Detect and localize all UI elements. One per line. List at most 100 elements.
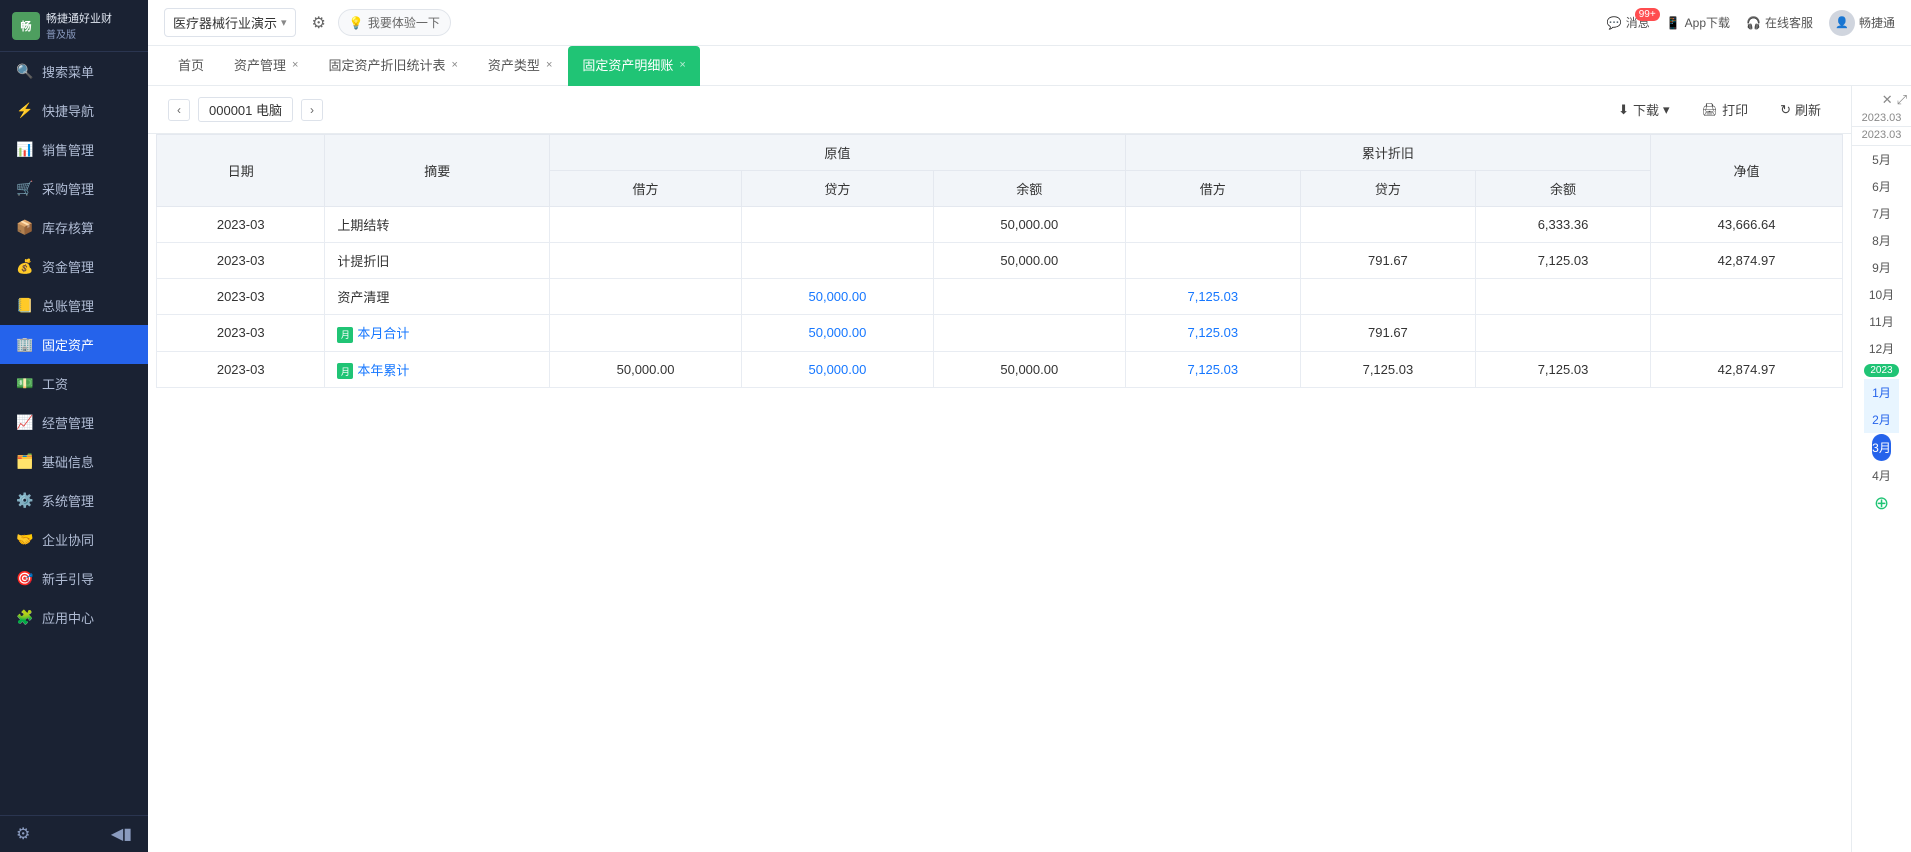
cell-orig-credit: 50,000.00: [741, 351, 933, 388]
month-item[interactable]: 7月: [1869, 200, 1894, 227]
tab-asset-detail[interactable]: 固定资产明细账 ×: [568, 46, 699, 86]
cell-dep-debit: 7,125.03: [1125, 351, 1300, 388]
col-original-value: 原值: [550, 135, 1126, 171]
month-item[interactable]: 8月: [1869, 227, 1894, 254]
sidebar-item-label: 系统管理: [42, 491, 94, 510]
close-icon[interactable]: ×: [546, 59, 552, 71]
year-badge[interactable]: 2023: [1864, 364, 1898, 377]
sidebar: 畅 畅捷通好业财 普及版 🔍 搜索菜单 ⚡ 快捷导航 📊 销售管理 🛒 采购管理…: [0, 0, 148, 852]
cell-orig-debit: [550, 315, 742, 352]
tab-asset-type[interactable]: 资产类型 ×: [474, 46, 566, 86]
download-button[interactable]: ⬇ 下载 ▾: [1608, 96, 1679, 123]
sidebar-item-collab[interactable]: 🤝 企业协同: [0, 520, 148, 559]
cell-dep-balance: [1475, 315, 1650, 352]
app-name: 畅捷通好业财: [46, 10, 112, 26]
tab-home[interactable]: 首页: [164, 46, 218, 86]
month-item[interactable]: 1月: [1864, 379, 1899, 406]
expand-icon[interactable]: ⤢: [1897, 92, 1907, 108]
sidebar-item-payroll[interactable]: 💵 工资: [0, 364, 148, 403]
cell-summary: 上期结转: [325, 207, 550, 243]
cell-dep-credit: [1300, 207, 1475, 243]
user-avatar-area[interactable]: 👤 畅捷通: [1829, 10, 1895, 36]
month-item[interactable]: 3月: [1872, 434, 1891, 461]
collapse-icon[interactable]: ◀▮: [111, 824, 132, 844]
cell-orig-credit: [741, 243, 933, 279]
cart-icon: 🛒: [16, 180, 34, 197]
asset-nav-left: ‹ 000001 电脑 ›: [168, 97, 323, 122]
chart-icon: 📊: [16, 141, 34, 158]
month-item[interactable]: 4月: [1864, 462, 1899, 489]
cell-date: 2023-03: [157, 351, 325, 388]
sidebar-item-fixed[interactable]: 🏢 固定资产: [0, 325, 148, 364]
sidebar-item-purchase[interactable]: 🛒 采购管理: [0, 169, 148, 208]
username-label: 畅捷通: [1859, 14, 1895, 31]
sidebar-item-guide[interactable]: 🎯 新手引导: [0, 559, 148, 598]
settings-icon[interactable]: ⚙: [312, 13, 326, 33]
sidebar-item-label: 资金管理: [42, 257, 94, 276]
tab-asset-mgmt[interactable]: 资产管理 ×: [220, 46, 312, 86]
sidebar-logo: 畅 畅捷通好业财 普及版: [0, 0, 148, 52]
col-accumulated-dep: 累计折旧: [1125, 135, 1650, 171]
close-icon[interactable]: ×: [292, 59, 298, 71]
table-container: 日期 摘要 原值 累计折旧 净值 借方 贷方 余额 借方 贷方 余额: [148, 134, 1851, 852]
settings-icon[interactable]: ⚙: [16, 824, 30, 844]
sidebar-item-search[interactable]: 🔍 搜索菜单: [0, 52, 148, 91]
cell-orig-credit: [741, 207, 933, 243]
experience-button[interactable]: 💡 我要体验一下: [338, 9, 451, 36]
sidebar-item-finance[interactable]: 💰 资金管理: [0, 247, 148, 286]
month-item[interactable]: 12月: [1869, 335, 1894, 362]
cell-orig-credit: 50,000.00: [741, 279, 933, 315]
sidebar-item-ops[interactable]: 📈 经营管理: [0, 403, 148, 442]
sidebar-item-ledger[interactable]: 📒 总账管理: [0, 286, 148, 325]
month-item[interactable]: 9月: [1869, 254, 1894, 281]
flash-icon: ⚡: [16, 102, 34, 119]
col-net-value: 净值: [1651, 135, 1843, 207]
messages-button[interactable]: 💬 消息 99+: [1607, 14, 1650, 31]
prev-asset-button[interactable]: ‹: [168, 99, 190, 121]
service-icon: 🎧: [1746, 16, 1761, 30]
tab-depreciation-stats[interactable]: 固定资产折旧统计表 ×: [314, 46, 471, 86]
tab-label: 资产类型: [488, 55, 540, 74]
month-item[interactable]: 5月: [1869, 146, 1894, 173]
cell-dep-balance: 7,125.03: [1475, 351, 1650, 388]
gear-icon: ⚙️: [16, 492, 34, 509]
chevron-down-icon: ▾: [281, 16, 287, 29]
experience-icon: 💡: [349, 16, 364, 30]
cell-orig-debit: [550, 207, 742, 243]
month-item[interactable]: 2月: [1864, 406, 1899, 433]
sidebar-item-quicknav[interactable]: ⚡ 快捷导航: [0, 91, 148, 130]
cell-orig-credit: 50,000.00: [741, 315, 933, 352]
sidebar-item-system[interactable]: ⚙️ 系统管理: [0, 481, 148, 520]
app-download-button[interactable]: 📱 App下载: [1666, 14, 1730, 31]
cell-summary[interactable]: 月本月合计: [325, 315, 550, 352]
tab-label: 固定资产折旧统计表: [328, 55, 445, 74]
rs-date-header2: 2023.03: [1852, 127, 1911, 146]
close-panel-icon[interactable]: ✕: [1882, 92, 1893, 108]
cell-orig-balance: [933, 315, 1125, 352]
months-after: 1月2月3月4月: [1864, 379, 1899, 489]
close-icon[interactable]: ×: [679, 59, 685, 71]
next-asset-button[interactable]: ›: [301, 99, 323, 121]
asset-code: 000001 电脑: [198, 97, 293, 122]
scroll-down-icon[interactable]: ⊕: [1874, 493, 1889, 514]
customer-service-button[interactable]: 🎧 在线客服: [1746, 14, 1813, 31]
month-item[interactable]: 10月: [1869, 281, 1894, 308]
sidebar-item-apps[interactable]: 🧩 应用中心: [0, 598, 148, 637]
cell-summary[interactable]: 月本年累计: [325, 351, 550, 388]
money-icon: 💰: [16, 258, 34, 275]
download-icon: 📱: [1666, 16, 1681, 30]
month-item[interactable]: 6月: [1869, 173, 1894, 200]
sidebar-item-base[interactable]: 🗂️ 基础信息: [0, 442, 148, 481]
col-date: 日期: [157, 135, 325, 207]
table-row: 2023-03 计提折旧 50,000.00 791.67 7,125.03 4…: [157, 243, 1843, 279]
month-item[interactable]: 11月: [1869, 308, 1894, 335]
sidebar-item-label: 应用中心: [42, 608, 94, 627]
sidebar-item-sales[interactable]: 📊 销售管理: [0, 130, 148, 169]
print-button[interactable]: 🖨 打印: [1692, 96, 1759, 123]
sidebar-item-inventory[interactable]: 📦 库存核算: [0, 208, 148, 247]
company-selector[interactable]: 医疗器械行业演示 ▾: [164, 8, 296, 37]
refresh-button[interactable]: ↻ 刷新: [1770, 96, 1831, 123]
cell-net-value: 42,874.97: [1651, 351, 1843, 388]
cell-date: 2023-03: [157, 279, 325, 315]
close-icon[interactable]: ×: [451, 59, 457, 71]
